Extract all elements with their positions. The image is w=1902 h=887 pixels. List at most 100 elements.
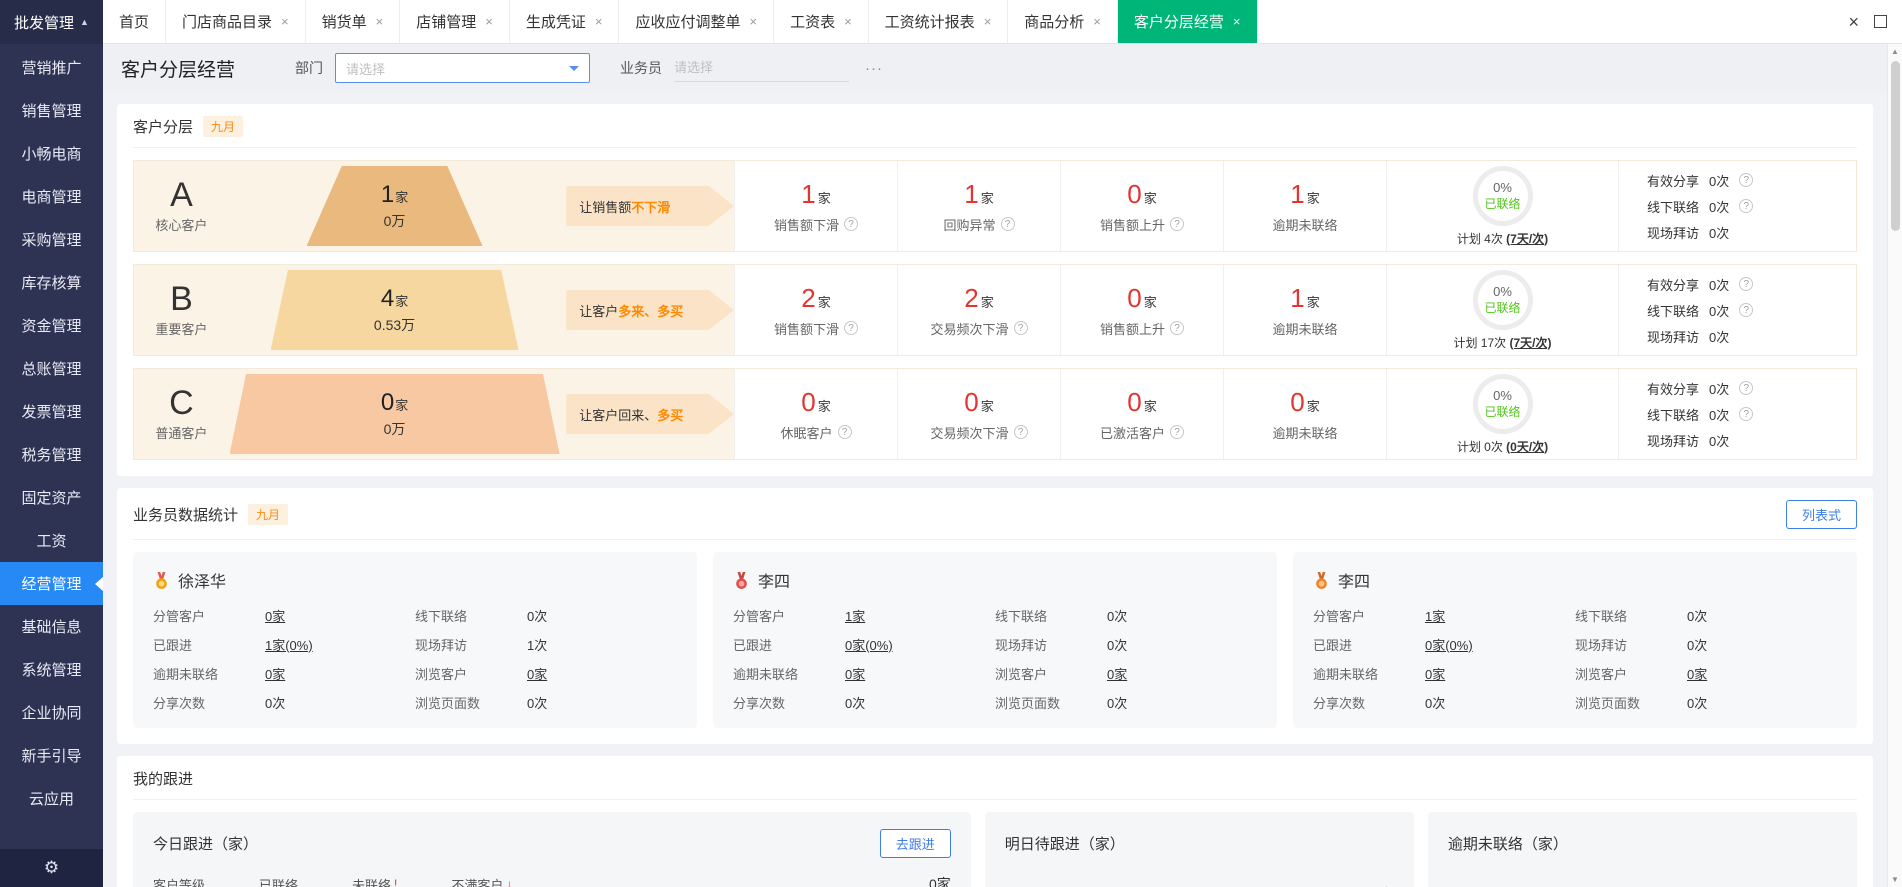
- stat-value-link[interactable]: 1家: [1425, 606, 1575, 625]
- help-icon[interactable]: ?: [1739, 173, 1754, 187]
- gauge-percent: 0%: [1493, 283, 1512, 299]
- stat-label: 回购异常?: [943, 215, 1015, 234]
- stat-frequency-decline[interactable]: 0家 交易频次下滑?: [897, 369, 1060, 459]
- stat-value-link[interactable]: 0家: [1687, 664, 1837, 683]
- scroll-up-icon[interactable]: ▲: [1891, 44, 1899, 59]
- stat-label: 交易频次下滑?: [930, 423, 1028, 442]
- side-stat-label: 线下联络: [1647, 407, 1700, 423]
- help-icon[interactable]: ?: [1739, 303, 1754, 317]
- sidebar-item-ecommerce[interactable]: 电商管理: [0, 175, 103, 218]
- tab-home[interactable]: 首页: [103, 0, 167, 43]
- gauge-plan-frequency[interactable]: (7天/次): [1510, 336, 1552, 350]
- help-icon[interactable]: ?: [1739, 277, 1754, 291]
- tab-close-icon[interactable]: ×: [749, 14, 757, 29]
- stat-dormant-customers[interactable]: 0家 休眠客户?: [734, 369, 897, 459]
- stat-value-link[interactable]: 0家: [265, 606, 415, 625]
- stat-sales-rise[interactable]: 0家 销售额上升?: [1060, 161, 1223, 251]
- stat-activated-customers[interactable]: 0家 已激活客户?: [1060, 369, 1223, 459]
- sidebar-item-system[interactable]: 系统管理: [0, 648, 103, 691]
- stat-value-link[interactable]: 0家: [845, 664, 995, 683]
- vertical-scrollbar[interactable]: ▲ ▼: [1887, 44, 1902, 887]
- stat-value-link[interactable]: 0家: [1425, 664, 1575, 683]
- help-icon[interactable]: ?: [1739, 381, 1754, 395]
- sidebar-item-tax[interactable]: 税务管理: [0, 433, 103, 476]
- stat-sales-decline[interactable]: 2家 销售额下滑?: [734, 265, 897, 355]
- stat-value-link[interactable]: 0家: [265, 664, 415, 683]
- sidebar-item-invoice[interactable]: 发票管理: [0, 390, 103, 433]
- help-icon[interactable]: ?: [844, 217, 858, 231]
- salesman-input[interactable]: [674, 54, 850, 82]
- sidebar-item-beginner-guide[interactable]: 新手引导: [0, 734, 103, 777]
- gauge-plan-frequency[interactable]: (7天/次): [1506, 232, 1548, 246]
- tab-close-icon[interactable]: ×: [281, 14, 289, 29]
- help-icon[interactable]: ?: [1739, 199, 1754, 213]
- tab-close-icon[interactable]: ×: [376, 14, 384, 29]
- tab-close-icon[interactable]: ×: [984, 14, 992, 29]
- sidebar-item-sales[interactable]: 销售管理: [0, 89, 103, 132]
- sidebar-item-cloud-apps[interactable]: 云应用: [0, 777, 103, 820]
- tab-payroll-report[interactable]: 工资统计报表 ×: [869, 0, 1009, 43]
- go-followup-button[interactable]: 去跟进: [879, 828, 951, 858]
- tab-close-icon[interactable]: ×: [485, 14, 493, 29]
- stat-value-link[interactable]: 1家(0%): [265, 635, 415, 654]
- scrollbar-thumb[interactable]: [1890, 61, 1900, 231]
- tab-ar-ap-adjustment[interactable]: 应收应付调整单 ×: [619, 0, 775, 43]
- help-icon[interactable]: ?: [837, 425, 852, 439]
- help-icon[interactable]: ?: [1739, 407, 1754, 421]
- help-icon[interactable]: ?: [1170, 321, 1184, 335]
- gauge-plan-frequency[interactable]: (0天/次): [1506, 440, 1548, 454]
- tab-close-icon[interactable]: ×: [844, 14, 852, 29]
- stat-overdue-contact[interactable]: 1家 逾期未联络: [1223, 161, 1386, 251]
- stat-repurchase-anomaly[interactable]: 1家 回购异常?: [897, 161, 1060, 251]
- stat-overdue-contact[interactable]: 0家 逾期未联络: [1223, 369, 1386, 459]
- sidebar-item-funds[interactable]: 资金管理: [0, 304, 103, 347]
- tab-payroll-sheet[interactable]: 工资表 ×: [774, 0, 869, 43]
- help-icon[interactable]: ?: [1170, 425, 1184, 439]
- sidebar-item-payroll[interactable]: 工资: [0, 519, 103, 562]
- sidebar-header-label: 批发管理: [14, 14, 75, 32]
- tab-close-icon[interactable]: ×: [1233, 14, 1241, 29]
- help-icon[interactable]: ?: [1013, 425, 1028, 439]
- help-icon[interactable]: ?: [844, 321, 858, 335]
- tab-product-analysis[interactable]: 商品分析 ×: [1008, 0, 1118, 43]
- tab-sales-order[interactable]: 销货单 ×: [306, 0, 401, 43]
- sidebar-header[interactable]: 批发管理 ▲: [0, 0, 103, 44]
- tab-store-catalog[interactable]: 门店商品目录 ×: [166, 0, 306, 43]
- tab-close-icon[interactable]: ×: [595, 14, 603, 29]
- more-icon[interactable]: ···: [865, 60, 883, 77]
- sidebar-item-fixed-assets[interactable]: 固定资产: [0, 476, 103, 519]
- stat-value-link[interactable]: 1家: [845, 606, 995, 625]
- tab-close-icon[interactable]: ×: [1093, 14, 1101, 29]
- tier-row-b: B 重要客户 4家 0.53万 让客户 多来、多买 2 家 销售额下滑 ? 2 …: [133, 264, 1857, 356]
- help-icon[interactable]: ?: [1013, 321, 1028, 335]
- stat-value: 0次: [1425, 696, 1446, 711]
- tab-shop-management[interactable]: 店铺管理 ×: [400, 0, 510, 43]
- list-view-button[interactable]: 列表式: [1785, 500, 1857, 529]
- stat-value-link[interactable]: 0家: [527, 664, 677, 683]
- sidebar-item-operations[interactable]: 经营管理: [0, 562, 103, 605]
- scroll-down-icon[interactable]: ▼: [1891, 872, 1899, 887]
- stat-sales-decline[interactable]: 1家 销售额下滑?: [734, 161, 897, 251]
- tab-label: 客户分层经营: [1133, 14, 1224, 31]
- tab-generate-voucher[interactable]: 生成凭证 ×: [510, 0, 620, 43]
- help-icon[interactable]: ?: [1170, 217, 1184, 231]
- department-select[interactable]: 请选择: [335, 53, 591, 83]
- sidebar-item-general-ledger[interactable]: 总账管理: [0, 347, 103, 390]
- help-icon[interactable]: ?: [1000, 217, 1015, 231]
- sidebar-item-basic-info[interactable]: 基础信息: [0, 605, 103, 648]
- tab-customer-segmentation[interactable]: 客户分层经营 ×: [1117, 0, 1258, 43]
- stat-sales-rise[interactable]: 0家 销售额上升?: [1060, 265, 1223, 355]
- stat-value-link[interactable]: 0家: [1107, 664, 1257, 683]
- fullscreen-icon[interactable]: [1874, 15, 1887, 28]
- sidebar-item-inventory[interactable]: 库存核算: [0, 261, 103, 304]
- stat-value-link[interactable]: 0家(0%): [1425, 635, 1575, 654]
- stat-value-link[interactable]: 0家(0%): [845, 635, 995, 654]
- sidebar-item-marketing[interactable]: 营销推广: [0, 46, 103, 89]
- sidebar-item-xiaochang-ecom[interactable]: 小畅电商: [0, 132, 103, 175]
- sidebar-item-purchasing[interactable]: 采购管理: [0, 218, 103, 261]
- sidebar-item-collaboration[interactable]: 企业协同: [0, 691, 103, 734]
- stat-frequency-decline[interactable]: 2家 交易频次下滑?: [897, 265, 1060, 355]
- gear-icon[interactable]: ⚙: [44, 858, 59, 878]
- stat-overdue-contact[interactable]: 1家 逾期未联络: [1223, 265, 1386, 355]
- close-icon[interactable]: ×: [1848, 13, 1859, 31]
